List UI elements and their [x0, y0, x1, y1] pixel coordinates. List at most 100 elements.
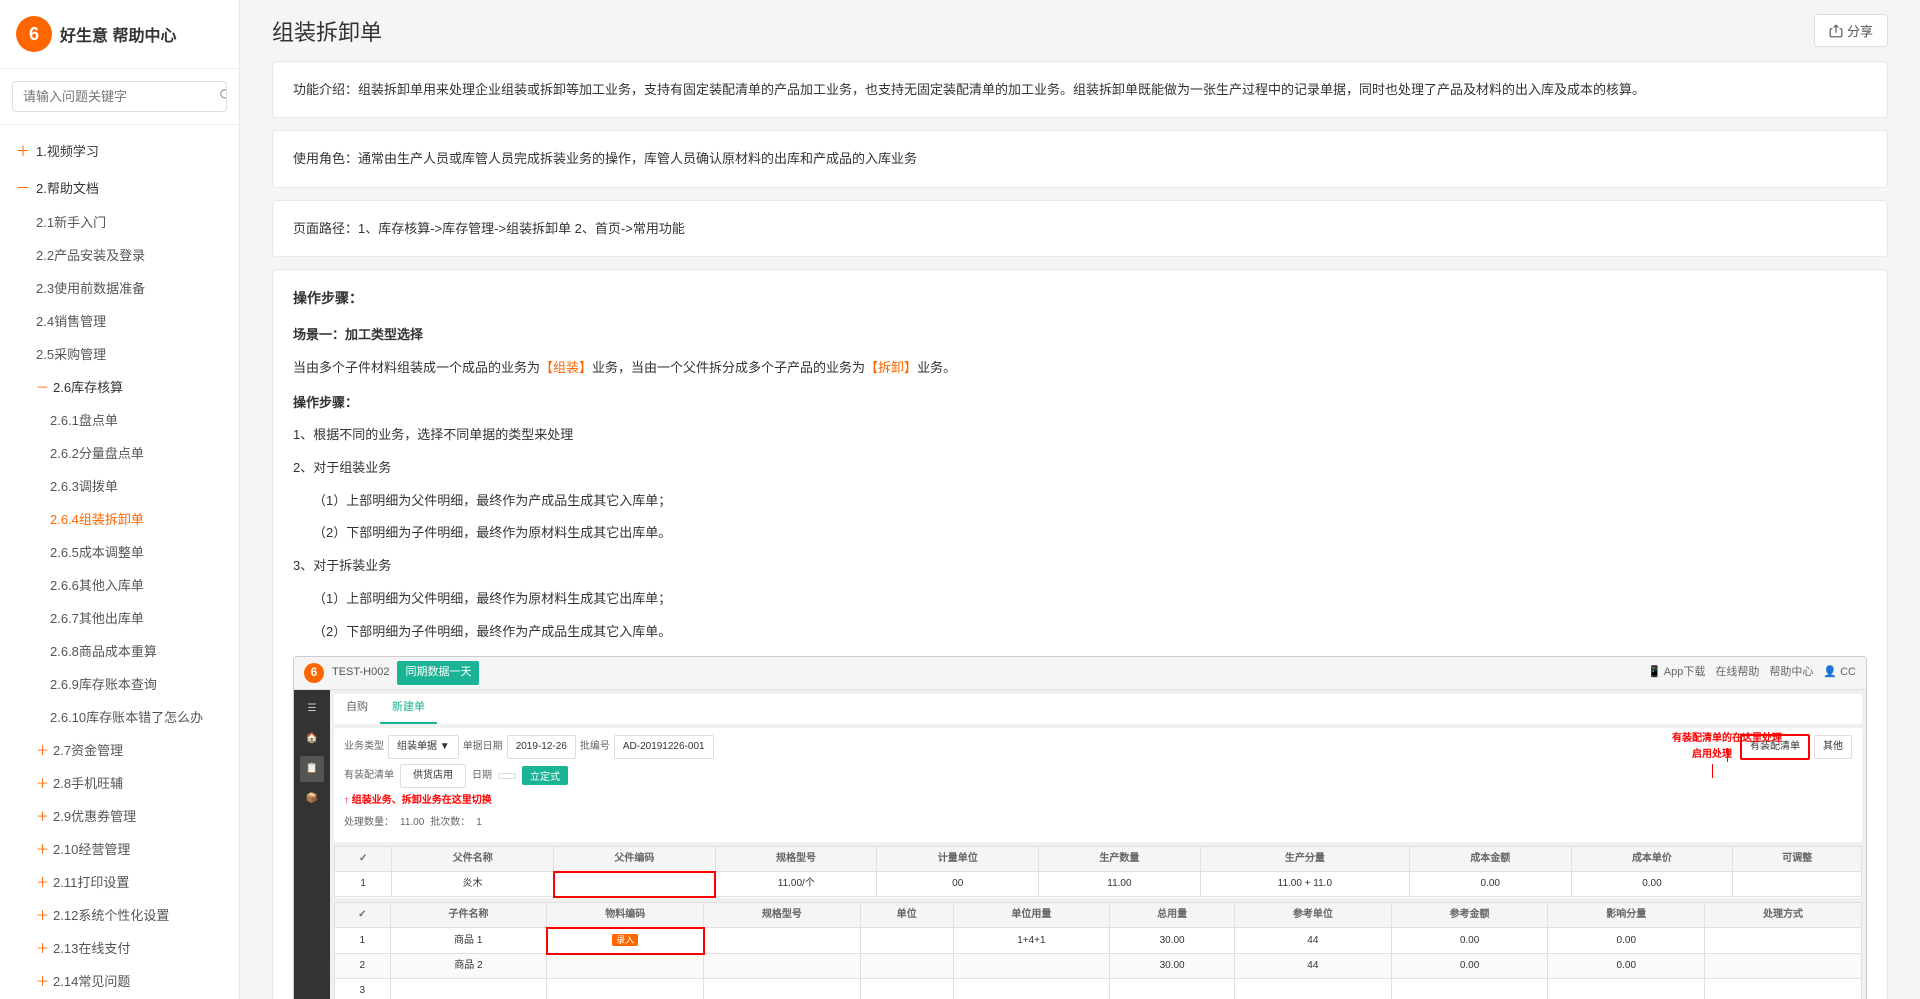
logo-icon: 6	[16, 16, 52, 52]
sidebar-item-video-label: 1.视频学习	[36, 141, 223, 160]
sidebar-item-custom[interactable]: ＋2.12系统个性化设置	[0, 898, 239, 931]
sidebar-item-finance[interactable]: ＋2.7资金管理	[0, 733, 239, 766]
sidebar-item-2.6.4[interactable]: 2.6.4组装拆卸单	[0, 502, 239, 535]
ss-lower-table: ✓ 子件名称 物料编码 规格型号 单位 单位用量 总用量 参考单位 参考金额	[334, 902, 1862, 999]
ss-titlebar: 6 TEST-H002 同期数据一天 📱 App下载 在线帮助 帮助中心 👤 C…	[294, 657, 1866, 690]
sidebar-item-2.6.3[interactable]: 2.6.3调拨单	[0, 469, 239, 502]
step3-2: （2）下部明细为子件明细，最终作为产成品生成其它入库单。	[293, 620, 1867, 645]
logo-area: 6 好生意 帮助中心	[0, 0, 239, 69]
path-text: 页面路径：1、库存核算->库存管理->组装拆卸单 2、首页->常用功能	[293, 221, 685, 236]
nav-section-video: ＋ 1.视频学习	[0, 133, 239, 168]
sidebar-item-data[interactable]: 2.3使用前数据准备	[0, 271, 239, 304]
sidebar-item-ops[interactable]: ＋2.10经营管理	[0, 832, 239, 865]
th-spec: 规格型号	[715, 846, 877, 872]
table-row: 1 炎木 11.00/个 00 11.00 11.00 + 11.0 0.00	[335, 872, 1862, 897]
th-prod-fraction: 生产分量	[1200, 846, 1409, 872]
ss-date2-input	[498, 773, 516, 779]
nav-list: ＋ 1.视频学习 － 2.帮助文档 2.1新手入门 2.2产品安装及登录 2.3…	[0, 125, 239, 999]
ss-type-label: 业务类型	[344, 738, 384, 756]
sidebar-item-2.6.6[interactable]: 2.6.6其他入库单	[0, 568, 239, 601]
annotation3-line	[1712, 764, 1713, 778]
sidebar-item-2.6.8[interactable]: 2.6.8商品成本重算	[0, 634, 239, 667]
screenshot-container: 6 TEST-H002 同期数据一天 📱 App下载 在线帮助 帮助中心 👤 C…	[293, 656, 1867, 999]
lth-mat-code: 物料编码	[547, 902, 704, 928]
sidebar-item-sales[interactable]: 2.4销售管理	[0, 304, 239, 337]
scene1-title: 场景一：加工类型选择	[293, 327, 423, 342]
intro-text: 功能介绍：组装拆卸单用来处理企业组装或拆卸等加工业务，支持有固定装配清单的产品加…	[293, 82, 1645, 97]
sidebar-item-2.6.1[interactable]: 2.6.1盘点单	[0, 403, 239, 436]
td-spec-val: 11.00/个	[715, 872, 877, 897]
th-parent-name: 父件名称	[392, 846, 554, 872]
th-check: ✓	[335, 846, 392, 872]
main-content: 组装拆卸单 分享 功能介绍：组装拆卸单用来处理企业组装或拆卸等加工业务，支持有固…	[240, 0, 1920, 999]
ops-steps-label: 操作步骤：	[293, 391, 1867, 416]
role-block: 使用角色：通常由生产人员或库管人员完成拆装业务的操作，库管人员确认原材料的出库和…	[272, 130, 1888, 187]
annotation3-container: 启用处理	[1692, 746, 1732, 778]
sidebar-item-2.6.9[interactable]: 2.6.9库存账本查询	[0, 667, 239, 700]
sidebar-item-2.6.2[interactable]: 2.6.2分量盘点单	[0, 436, 239, 469]
share-button[interactable]: 分享	[1814, 14, 1888, 47]
step2-1: （1）上部明细为父件明细，最终作为产成品生成其它入库单；	[293, 489, 1867, 514]
minus-icon: －	[16, 181, 30, 195]
sidebar-item-2.6.10[interactable]: 2.6.10库存账本错了怎么办	[0, 700, 239, 733]
top-bar: 组装拆卸单 分享	[240, 0, 1920, 61]
sidebar-item-video[interactable]: ＋ 1.视频学习	[0, 133, 239, 168]
ops-block: 操作步骤： 场景一：加工类型选择 当由多个子件材料组装成一个成品的业务为【组装】…	[272, 269, 1888, 999]
table-row: 1 商品 1 录入 1+4+1 30.00 44 0.00	[335, 928, 1862, 954]
ss-lower-table-container: ✓ 子件名称 物料编码 规格型号 单位 单位用量 总用量 参考单位 参考金额	[334, 902, 1862, 999]
ss-batch-count-label: 批次数：	[430, 814, 470, 832]
sidebar-item-docs-label: 2.帮助文档	[36, 178, 223, 197]
step2-2: （2）下部明细为子件明细，最终作为原材料生成其它出库单。	[293, 521, 1867, 546]
step2: 2、对于组装业务	[293, 456, 1867, 481]
lth-check: ✓	[335, 902, 391, 928]
sidebar-item-2.6.5[interactable]: 2.6.5成本调整单	[0, 535, 239, 568]
ss-help-center: 帮助中心	[1769, 663, 1813, 683]
search-input[interactable]	[13, 83, 209, 110]
annotation2-label: ↑ 组装业务、拆卸业务在这里切换	[344, 792, 1852, 810]
lth-ref-amt: 参考金额	[1391, 902, 1548, 928]
ss-form-row1: 业务类型 组装单据 ▼ 单据日期 2019-12-26 批编号 AD-20191…	[344, 734, 1852, 760]
ss-titlebar-left: 6 TEST-H002 同期数据一天	[304, 661, 479, 685]
ss-tabs: 自购 新建单	[334, 694, 1862, 724]
lth-ref-unit: 参考单位	[1234, 902, 1391, 928]
sidebar-item-faq[interactable]: ＋2.14常见问题	[0, 964, 239, 997]
search-area	[0, 69, 239, 125]
plus-icon: ＋	[16, 144, 30, 158]
sidebar-item-docs[interactable]: － 2.帮助文档	[0, 170, 239, 205]
sidebar-item-print[interactable]: ＋2.11打印设置	[0, 865, 239, 898]
ops-content: 场景一：加工类型选择 当由多个子件材料组装成一个成品的业务为【组装】业务，当由一…	[293, 323, 1867, 644]
ss-process-btn[interactable]: 立定式	[522, 766, 568, 785]
td-prod-qty-val: 11.00	[1039, 872, 1201, 897]
td-adj-val	[1733, 872, 1862, 897]
th-parent-code: 父件编码	[554, 846, 716, 872]
sidebar-item-newbie[interactable]: 2.1新手入门	[0, 205, 239, 238]
td-cost-unit-val: 0.00	[1571, 872, 1733, 897]
td-prod-frac-val: 11.00 + 11.0	[1200, 872, 1409, 897]
sidebar-item-inventory[interactable]: －2.6库存核算	[0, 370, 239, 403]
sidebar-item-install[interactable]: 2.2产品安装及登录	[0, 238, 239, 271]
step1: 1、根据不同的业务，选择不同单据的类型来处理	[293, 423, 1867, 448]
lth-unit-usage: 单位用量	[953, 902, 1110, 928]
th-prod-qty: 生产数量	[1039, 846, 1201, 872]
content-area: 功能介绍：组装拆卸单用来处理企业组装或拆卸等加工业务，支持有固定装配清单的产品加…	[240, 61, 1920, 999]
step3-1: （1）上部明细为父件明细，最终作为原材料生成其它出库单；	[293, 587, 1867, 612]
sidebar: 6 好生意 帮助中心 ＋ 1.视频学习 － 2.帮助文档 2.1新手入门	[0, 0, 240, 999]
sidebar-item-payment[interactable]: ＋2.13在线支付	[0, 931, 239, 964]
ss-tab-new: 新建单	[380, 694, 437, 724]
ss-topbtn: 同期数据一天	[397, 661, 479, 685]
role-text: 使用角色：通常由生产人员或库管人员完成拆装业务的操作，库管人员确认原材料的出库和…	[293, 151, 917, 166]
ss-batch-label: 批编号	[580, 738, 610, 756]
sidebar-item-purchase[interactable]: 2.5采购管理	[0, 337, 239, 370]
sidebar-item-coupon[interactable]: ＋2.9优惠券管理	[0, 799, 239, 832]
ss-user: 👤 CC	[1823, 663, 1856, 683]
nav-section-docs: － 2.帮助文档 2.1新手入门 2.2产品安装及登录 2.3使用前数据准备 2…	[0, 170, 239, 999]
lth-affect: 影响分量	[1548, 902, 1705, 928]
ss-date-label: 单据日期	[463, 738, 503, 756]
sidebar-item-mobile[interactable]: ＋2.8手机旺辅	[0, 766, 239, 799]
ss-titlebar-right: 📱 App下载 在线帮助 帮助中心 👤 CC	[1648, 663, 1856, 683]
ss-qiyong-label: 有装配清单	[344, 767, 394, 785]
sidebar-item-2.6.7[interactable]: 2.6.7其他出库单	[0, 601, 239, 634]
search-box	[12, 81, 227, 112]
search-button[interactable]	[209, 82, 227, 111]
td-unit-val: 00	[877, 872, 1039, 897]
